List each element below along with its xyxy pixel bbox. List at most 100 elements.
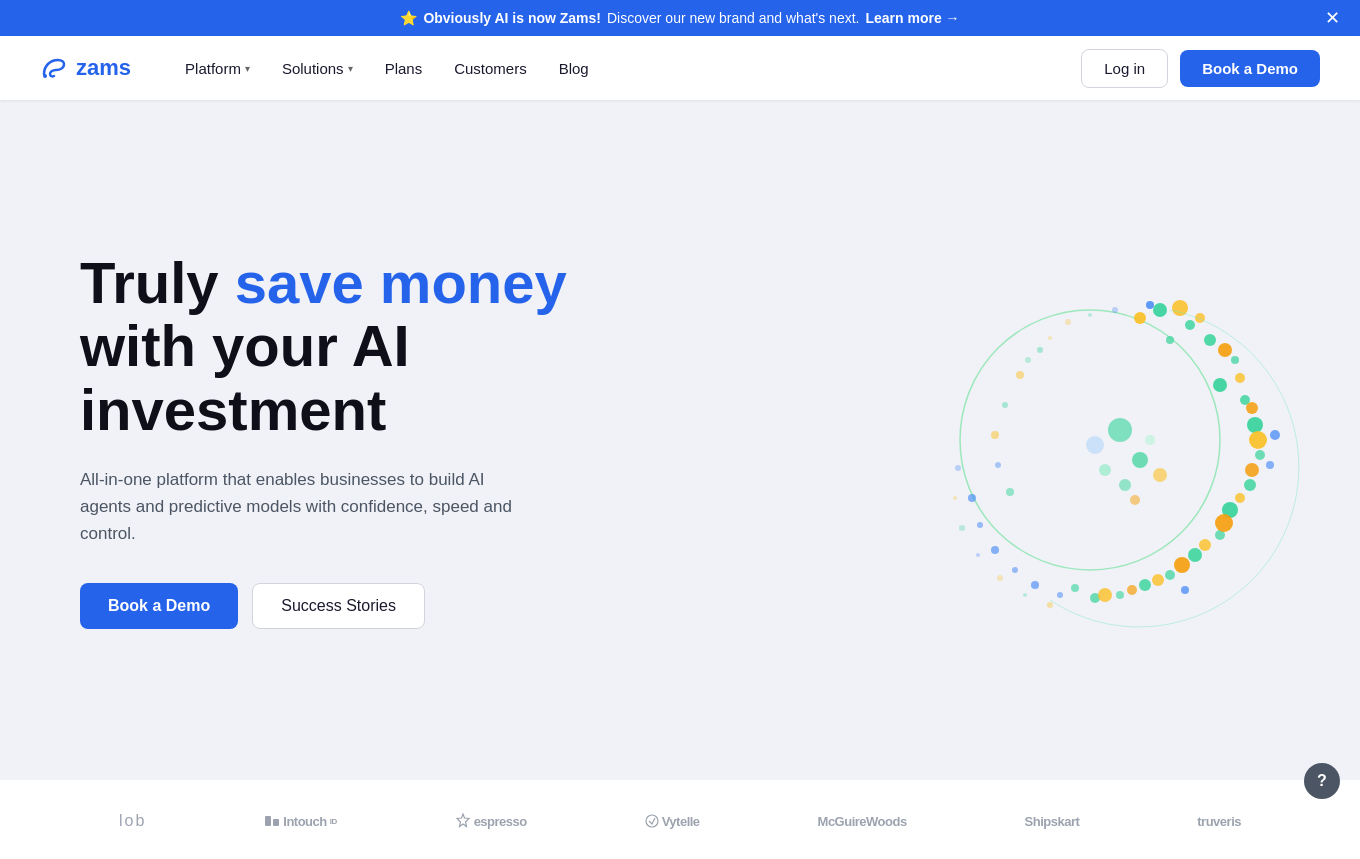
svg-point-59 — [1065, 319, 1071, 325]
nav-links: Platform ▾ Solutions ▾ Plans Customers B… — [171, 52, 1081, 85]
svg-point-33 — [1127, 585, 1137, 595]
svg-point-2 — [1153, 303, 1167, 317]
logo-mcguirewoods: McGuireWoods — [818, 814, 907, 829]
svg-point-14 — [1188, 548, 1202, 562]
svg-point-10 — [1255, 450, 1265, 460]
nav-plans[interactable]: Plans — [371, 52, 437, 85]
logo[interactable]: zams — [40, 54, 131, 82]
svg-point-53 — [1037, 347, 1043, 353]
svg-rect-72 — [273, 819, 279, 826]
svg-point-40 — [1031, 581, 1039, 589]
svg-point-20 — [1134, 312, 1146, 324]
banner-star: ⭐ — [400, 10, 417, 26]
svg-point-68 — [959, 525, 965, 531]
svg-point-41 — [1012, 567, 1018, 573]
svg-point-47 — [1099, 464, 1111, 476]
banner-desc: Discover our new brand and what's next. — [607, 10, 859, 26]
svg-point-56 — [991, 431, 999, 439]
svg-point-19 — [1071, 584, 1079, 592]
svg-point-43 — [977, 522, 983, 528]
svg-point-26 — [1249, 431, 1267, 449]
svg-point-4 — [1166, 336, 1174, 344]
svg-point-34 — [1098, 588, 1112, 602]
svg-point-39 — [1057, 592, 1063, 598]
svg-point-5 — [1204, 334, 1216, 346]
logo-vytelle: Vytelle — [645, 814, 700, 829]
svg-point-44 — [968, 494, 976, 502]
main-nav: zams Platform ▾ Solutions ▾ Plans Custom… — [0, 36, 1360, 100]
hero-visualization — [880, 230, 1300, 650]
svg-point-69 — [953, 496, 957, 500]
nav-solutions[interactable]: Solutions ▾ — [268, 52, 367, 85]
svg-point-17 — [1116, 591, 1124, 599]
svg-point-57 — [995, 462, 1001, 468]
svg-point-38 — [1181, 586, 1189, 594]
vytelle-icon — [645, 814, 659, 828]
svg-point-0 — [43, 74, 47, 78]
nav-actions: Log in Book a Demo — [1081, 49, 1320, 88]
svg-point-67 — [976, 553, 980, 557]
svg-point-63 — [1025, 357, 1031, 363]
svg-point-60 — [1088, 313, 1092, 317]
svg-point-32 — [1152, 574, 1164, 586]
svg-point-3 — [1185, 320, 1195, 330]
svg-point-66 — [997, 575, 1003, 581]
chevron-down-icon: ▾ — [245, 63, 250, 74]
logo-icon — [40, 54, 68, 82]
svg-point-24 — [1235, 373, 1245, 383]
help-button[interactable]: ? — [1304, 763, 1340, 799]
svg-point-23 — [1218, 343, 1232, 357]
espresso-icon — [455, 813, 471, 829]
intouch-icon — [264, 813, 280, 829]
svg-point-28 — [1235, 493, 1245, 503]
book-demo-nav-button[interactable]: Book a Demo — [1180, 50, 1320, 87]
nav-customers[interactable]: Customers — [440, 52, 541, 85]
nav-platform[interactable]: Platform ▾ — [171, 52, 264, 85]
chevron-down-icon: ▾ — [348, 63, 353, 74]
hero-success-stories-button[interactable]: Success Stories — [252, 583, 425, 629]
svg-point-52 — [1130, 495, 1140, 505]
svg-point-9 — [1247, 417, 1263, 433]
svg-point-55 — [1002, 402, 1008, 408]
hero-book-demo-button[interactable]: Book a Demo — [80, 583, 238, 629]
svg-point-15 — [1165, 570, 1175, 580]
logo-espresso: espresso — [455, 813, 527, 829]
svg-point-61 — [1112, 307, 1118, 313]
logo-text: zams — [76, 55, 131, 81]
svg-point-11 — [1244, 479, 1256, 491]
hero-buttons: Book a Demo Success Stories — [80, 583, 660, 629]
svg-point-36 — [1270, 430, 1280, 440]
svg-point-31 — [1174, 557, 1190, 573]
nav-blog[interactable]: Blog — [545, 52, 603, 85]
announcement-banner: ⭐ Obviously AI is now Zams! Discover our… — [0, 0, 1360, 36]
svg-point-29 — [1215, 514, 1233, 532]
banner-close-button[interactable]: ✕ — [1325, 9, 1340, 27]
dots-svg — [880, 230, 1300, 650]
svg-point-48 — [1145, 435, 1155, 445]
svg-point-45 — [1108, 418, 1132, 442]
svg-point-7 — [1213, 378, 1227, 392]
svg-point-64 — [1047, 602, 1053, 608]
svg-point-16 — [1139, 579, 1151, 591]
svg-point-50 — [1086, 436, 1104, 454]
svg-point-49 — [1119, 479, 1131, 491]
logos-strip: lob IntouchID espresso Vytelle McGuireWo… — [0, 780, 1360, 859]
svg-point-25 — [1246, 402, 1258, 414]
svg-point-58 — [1006, 488, 1014, 496]
svg-point-51 — [1153, 468, 1167, 482]
hero-description: All-in-one platform that enables busines… — [80, 466, 540, 548]
login-button[interactable]: Log in — [1081, 49, 1168, 88]
banner-bold: Obviously AI is now Zams! — [423, 10, 601, 26]
hero-content: Truly save money with your AI investment… — [80, 251, 660, 630]
svg-point-35 — [1146, 301, 1154, 309]
svg-point-6 — [1231, 356, 1239, 364]
svg-point-27 — [1245, 463, 1259, 477]
logo-intouch: IntouchID — [264, 813, 336, 829]
svg-point-65 — [1023, 593, 1027, 597]
svg-point-70 — [955, 465, 961, 471]
svg-point-73 — [646, 815, 658, 827]
svg-point-46 — [1132, 452, 1148, 468]
logo-truveris: truveris — [1197, 814, 1241, 829]
hero-title: Truly save money with your AI investment — [80, 251, 660, 442]
banner-link[interactable]: Learn more → — [865, 10, 959, 26]
